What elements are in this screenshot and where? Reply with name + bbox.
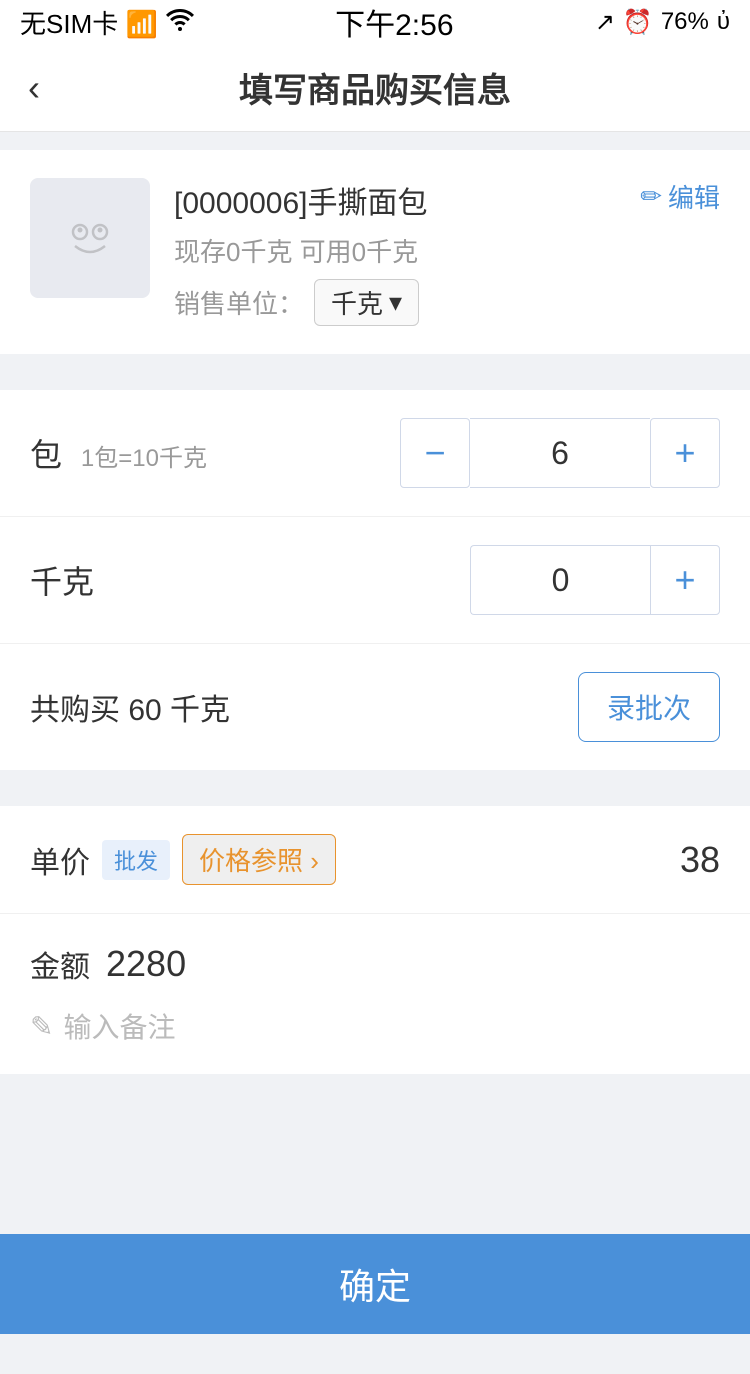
back-button[interactable]: ‹ <box>28 67 40 109</box>
quantity-row-bao: 包 1包=10千克 − + <box>0 390 750 517</box>
status-carrier: 无SIM卡 📶 <box>20 4 194 41</box>
amount-value: 2280 <box>106 943 186 985</box>
confirm-label: 确定 <box>339 1258 411 1310</box>
status-right-group: ↗ ⏰ 76% ὐ‍ <box>595 8 730 37</box>
location-icon: ↗ <box>595 8 615 37</box>
unit-select[interactable]: 千克 ▾ <box>314 279 419 326</box>
page-title: 填写商品购买信息 <box>239 63 511 112</box>
chevron-down-icon: ▾ <box>389 287 402 318</box>
amount-label: 金额 <box>30 942 90 986</box>
quantity-row-kg: 千克 + <box>0 517 750 644</box>
remark-placeholder: 输入备注 <box>63 1006 175 1046</box>
batch-tag: 批发 <box>102 840 170 880</box>
product-card: [0000006]手撕面包 现存0千克 可用0千克 销售单位： 千克 ▾ ✏ 编… <box>0 150 750 354</box>
product-image <box>30 178 150 298</box>
amount-row: 金额 2280 <box>30 942 720 986</box>
price-ref-button[interactable]: 价格参照 › <box>182 834 336 885</box>
price-section: 单价 批发 价格参照 › 38 <box>0 806 750 914</box>
product-unit-row: 销售单位： 千克 ▾ <box>174 279 720 326</box>
price-value: 38 <box>680 839 720 881</box>
carrier-text: 无SIM卡 📶 <box>20 4 158 41</box>
nav-bar: ‹ 填写商品购买信息 <box>0 44 750 132</box>
alarm-icon: ⏰ <box>623 8 653 37</box>
unit-value: 千克 <box>331 284 383 321</box>
total-label: 共购买 60 千克 <box>30 685 230 729</box>
quantity-input-bao[interactable] <box>470 418 650 488</box>
product-stock: 现存0千克 可用0千克 <box>174 232 720 269</box>
edit-icon: ✏ <box>640 181 662 212</box>
price-row: 单价 批发 价格参照 › 38 <box>30 834 720 885</box>
plus-button-bao[interactable]: + <box>650 418 720 488</box>
separator-1 <box>0 132 750 150</box>
product-logo-icon <box>60 208 120 268</box>
battery-text: 76% <box>661 8 709 36</box>
price-label: 单价 <box>30 838 90 882</box>
status-time: 下午2:56 <box>335 0 453 44</box>
separator-2 <box>0 372 750 390</box>
record-batch-button[interactable]: 录批次 <box>578 672 720 742</box>
quantity-section: 包 1包=10千克 − + 千克 + <box>0 390 750 644</box>
remark-row[interactable]: ✎ 输入备注 <box>30 1006 720 1046</box>
product-info: [0000006]手撕面包 现存0千克 可用0千克 销售单位： 千克 ▾ <box>174 178 720 326</box>
unit-label: 销售单位： <box>174 284 304 321</box>
quantity-label-bao: 包 1包=10千克 <box>30 430 230 476</box>
separator-3 <box>0 788 750 806</box>
price-ref-label: 价格参照 › <box>199 841 319 878</box>
plus-button-kg[interactable]: + <box>650 545 720 615</box>
quantity-label-kg: 千克 <box>30 557 230 603</box>
edit-button[interactable]: ✏ 编辑 <box>640 178 720 215</box>
quantity-input-kg[interactable] <box>470 545 650 615</box>
status-bar: 无SIM卡 📶 下午2:56 ↗ ⏰ 76% ὐ‍ <box>0 0 750 44</box>
amount-section: 金额 2280 ✎ 输入备注 <box>0 914 750 1074</box>
price-left: 单价 批发 价格参照 › <box>30 834 336 885</box>
total-row: 共购买 60 千克 录批次 <box>0 644 750 770</box>
wifi-icon <box>166 7 194 38</box>
confirm-button[interactable]: 确定 <box>0 1234 750 1334</box>
battery-icon: ὐ‍ <box>717 8 730 36</box>
quantity-hint-bao: 1包=10千克 <box>81 445 207 472</box>
remark-icon: ✎ <box>30 1010 53 1043</box>
product-name: [0000006]手撕面包 <box>174 178 720 222</box>
edit-label: 编辑 <box>668 178 720 215</box>
minus-button-bao[interactable]: − <box>400 418 470 488</box>
quantity-controls-bao: − + <box>400 418 720 488</box>
quantity-controls-kg: + <box>470 545 720 615</box>
